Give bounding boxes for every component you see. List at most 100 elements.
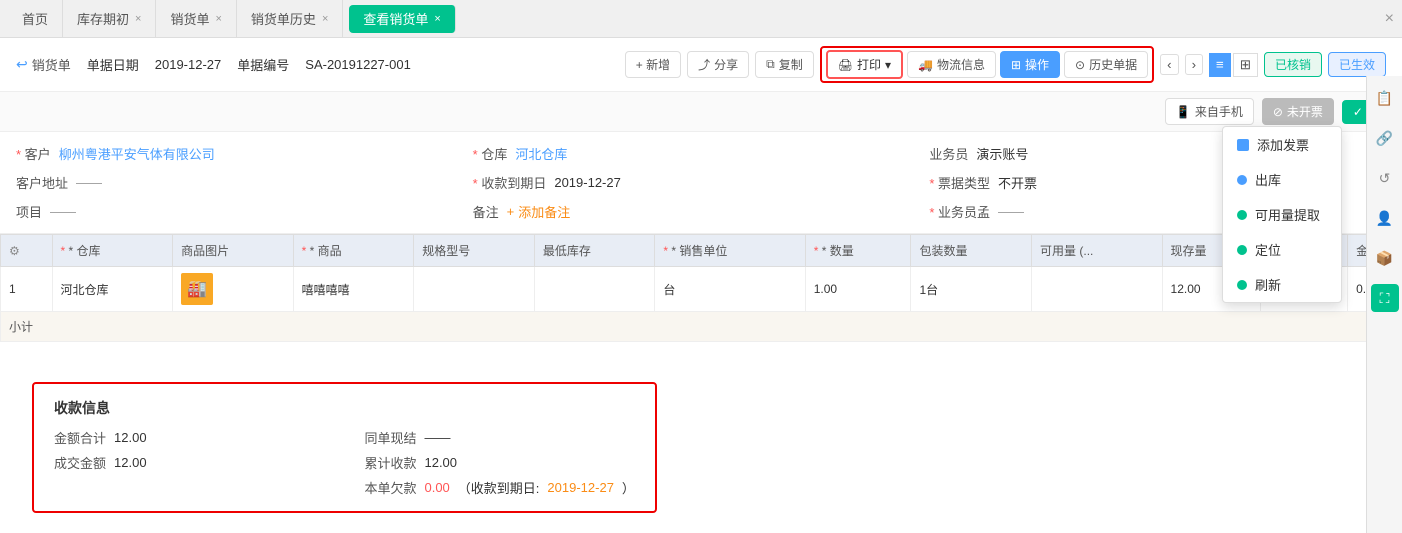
menu-item-available-qty[interactable]: 可用量提取 [1223,197,1341,232]
tab-bar: 首页 库存期初 × 销货单 × 销货单历史 × 查看销货单 × × [0,0,1402,38]
prev-button[interactable]: ‹ [1160,54,1178,75]
employee-value: 演示账号 [976,144,1028,163]
address-row: 客户地址 —— [16,173,473,192]
cell-row-num: 1 [1,267,53,312]
cell-sales-unit: 台 [655,267,805,312]
ops-button[interactable]: ⊞ 操作 [1000,51,1060,78]
th-warehouse: * 仓库 [52,235,173,267]
salesman-value: —— [998,204,1024,219]
not-open-icon: ⊘ [1273,105,1283,119]
doc-type-icon: ↩ [16,56,28,73]
list-view-button[interactable]: ≡ [1209,53,1231,77]
ops-icon: ⊞ [1011,58,1021,72]
highlight-box: 🖨 打印 ▾ 🚚 物流信息 ⊞ 操作 ⊙ 历史单据 [820,46,1154,83]
not-open-button[interactable]: ⊘ 未开票 [1262,98,1334,125]
cell-pack-qty: 1台 [911,267,1032,312]
locate-icon [1237,245,1247,255]
th-pack-qty: 包装数量 [911,235,1032,267]
next-button[interactable]: › [1185,54,1203,75]
tab-sales-close[interactable]: × [215,13,221,25]
th-sales-unit: * 销售单位 [655,235,805,267]
sidebar-icon-5[interactable]: 📦 [1371,244,1399,272]
copy-button[interactable]: ⧉ 复制 [755,51,814,78]
tab-sales-history-close[interactable]: × [322,13,328,25]
salesman-label: 业务员孟 [929,202,990,221]
doc-number-value: SA-20191227-001 [305,57,411,72]
address-label: 客户地址 [16,173,68,192]
cell-warehouse: 河北仓库 [52,267,173,312]
due-note: （收款到期日: [458,478,540,497]
sales-table: ⚙ * 仓库 商品图片 * 商品 规格型号 最低库存 * 销售单位 * 数量 包… [0,234,1402,342]
total-label: 金额合计 [54,428,106,447]
tab-sales[interactable]: 销货单 × [156,0,236,38]
sidebar-icon-4[interactable]: 👤 [1371,204,1399,232]
add-note-button[interactable]: + 添加备注 [507,202,571,221]
transaction-row: 成交金额 12.00 [54,453,324,472]
grid-view-button[interactable]: ⊞ [1233,53,1258,77]
th-product: * 商品 [293,235,414,267]
add-note-label: 添加备注 [518,202,570,221]
tab-inventory[interactable]: 库存期初 × [63,0,156,38]
payment-box: 收款信息 金额合计 12.00 同单现结 —— 成交金额 12.00 累计收款 … [32,382,657,513]
gear-icon: ⚙ [9,244,20,258]
tab-view-sales-close[interactable]: × [434,13,440,25]
sidebar-icon-6[interactable]: ⛶ [1371,284,1399,312]
share-icon: ⤴ [698,56,710,73]
new-button[interactable]: + 新增 [625,51,681,78]
phone-icon: 📱 [1176,105,1191,119]
payment-title: 收款信息 [54,398,635,418]
history-icon: ⊙ [1075,58,1085,72]
ticket-label: 票据类型 [929,173,990,192]
th-spec: 规格型号 [414,235,535,267]
history-button[interactable]: ⊙ 历史单据 [1064,51,1148,78]
menu-item-outbound[interactable]: 出库 [1223,162,1341,197]
outbound-label: 出库 [1255,170,1281,189]
right-sidebar: 📋 🔗 ↺ 👤 📦 ⛶ [1366,76,1402,533]
tab-home[interactable]: 首页 [8,0,63,38]
due-note-close: ） [622,478,635,497]
doc-number-label: 单据编号 [237,55,289,74]
menu-item-refresh[interactable]: 刷新 [1223,267,1341,302]
total-value: 12.00 [114,430,147,445]
logistics-button[interactable]: 🚚 物流信息 [907,51,996,78]
customer-value[interactable]: 柳州粤港平安气体有限公司 [59,144,215,163]
menu-item-add-invoice[interactable]: 添加发票 [1223,127,1341,162]
doc-type-label: 销货单 [32,55,71,74]
cumulative-value: 12.00 [424,455,457,470]
add-invoice-icon [1237,139,1249,151]
employee-label: 业务员 [929,144,968,163]
image-icon: 🏭 [187,279,207,299]
cumulative-row: 累计收款 12.00 [364,453,634,472]
same-order-label: 同单现结 [364,428,416,447]
th-available: 可用量 (... [1032,235,1162,267]
doc-type-badge: ↩ 销货单 [16,55,71,74]
add-note-icon: + [507,204,515,219]
share-button[interactable]: ⤴ 分享 [687,51,749,78]
tab-view-sales[interactable]: 查看销货单 × [349,5,455,33]
from-phone-label: 来自手机 [1195,103,1243,120]
payment-grid: 金额合计 12.00 同单现结 —— 成交金额 12.00 累计收款 12.00… [54,428,635,497]
current-due-row: 本单欠款 0.00 （收款到期日: 2019-12-27 ） [364,478,634,497]
customer-label: 客户 [16,144,51,163]
void-status-badge: 已核销 [1264,52,1322,77]
tab-inventory-close[interactable]: × [135,13,141,25]
print-button[interactable]: 🖨 打印 ▾ [826,50,903,79]
th-min-stock: 最低库存 [534,235,655,267]
th-quantity: * 数量 [805,235,911,267]
sidebar-icon-2[interactable]: 🔗 [1371,124,1399,152]
cell-min-stock [534,267,655,312]
product-image: 🏭 [181,273,213,305]
refresh-icon [1237,280,1247,290]
warehouse-value[interactable]: 河北仓库 [515,144,567,163]
tab-sales-history[interactable]: 销货单历史 × [237,0,343,38]
window-close-button[interactable]: × [1385,10,1394,28]
sidebar-icon-1[interactable]: 📋 [1371,84,1399,112]
transaction-label: 成交金额 [54,453,106,472]
from-phone-button[interactable]: 📱 来自手机 [1165,98,1254,125]
customer-row: 客户 柳州粤港平安气体有限公司 [16,144,473,163]
current-due-label: 本单欠款 [364,478,416,497]
cumulative-label: 累计收款 [364,453,416,472]
print-icon: 🖨 [838,58,853,72]
sidebar-icon-3[interactable]: ↺ [1371,164,1399,192]
menu-item-locate[interactable]: 定位 [1223,232,1341,267]
